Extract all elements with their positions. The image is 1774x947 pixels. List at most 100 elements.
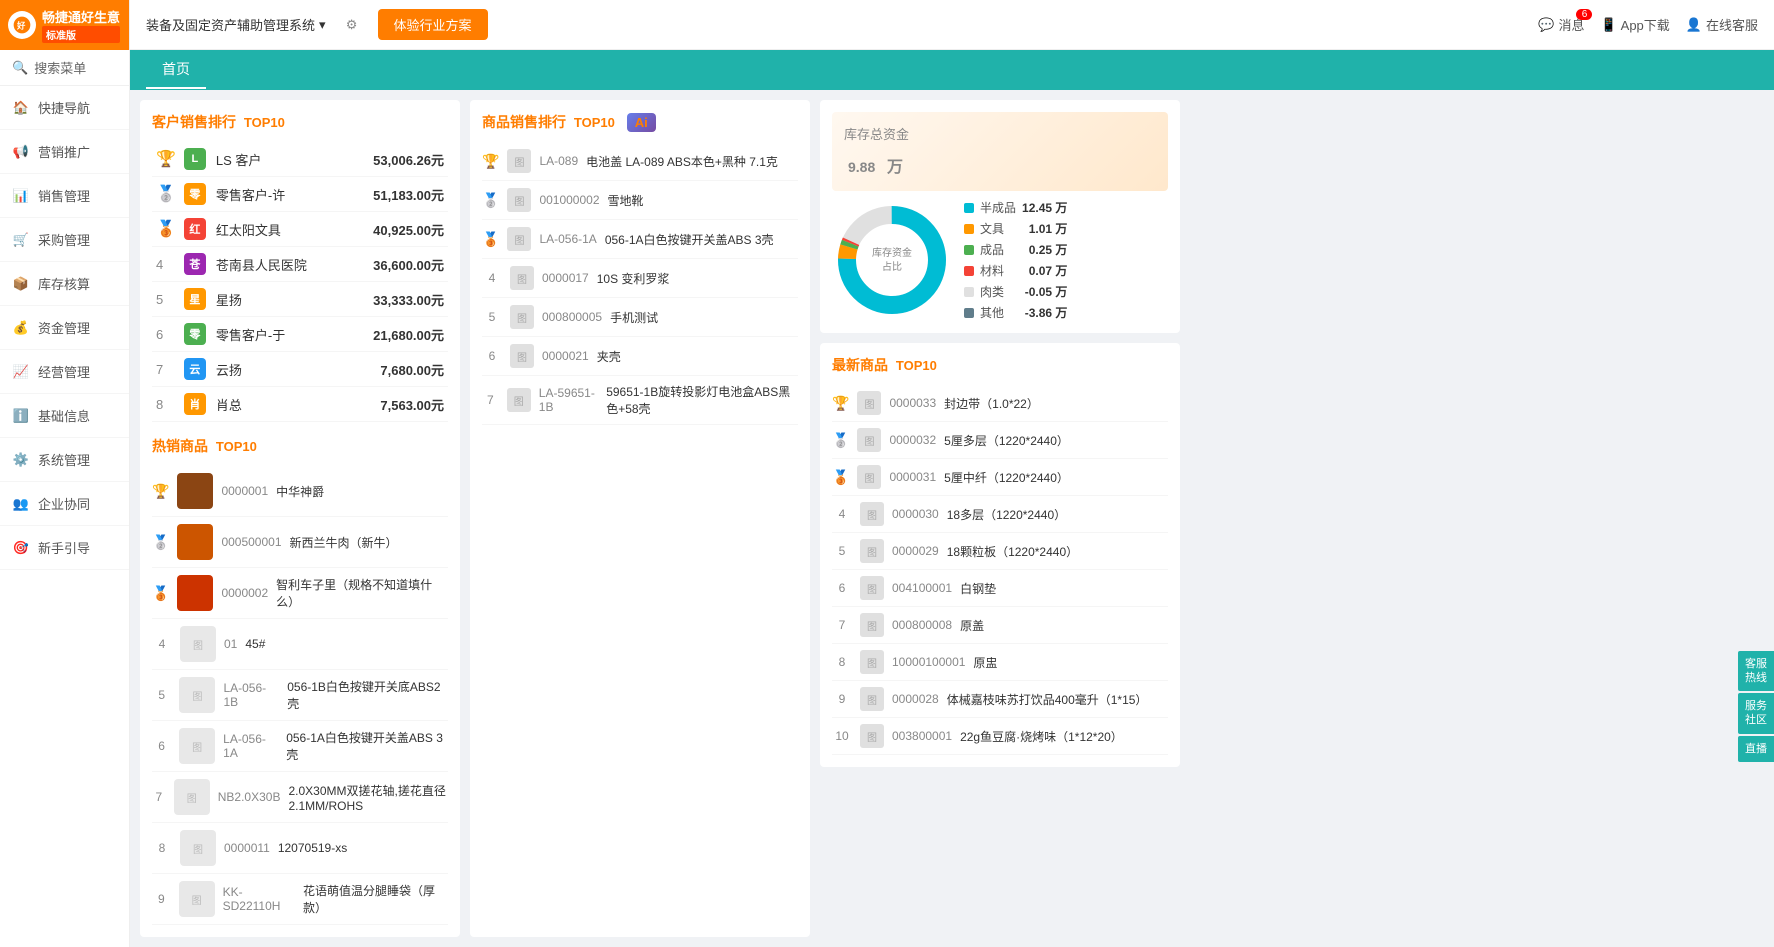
product-sales-item: 7 图 LA-59651-1B 59651-1B旋转投影灯电池盒ABS黑色+58… [482, 376, 798, 425]
dropdown-icon: ▾ [319, 17, 326, 33]
search-icon: 🔍 [12, 60, 28, 76]
mobile-icon: 📱 [1600, 17, 1616, 33]
product-sales-item: 4 图 0000017 10S 变利罗浆 [482, 259, 798, 298]
finance-icon: 💰 [12, 319, 30, 337]
product-sales-list: 🏆 图 LA-089 电池盖 LA-089 ABS本色+黑种 7.1克 🥈 图 … [482, 142, 798, 425]
legend-value: 0.25 万 [1029, 241, 1068, 258]
ai-badge: Ai [627, 114, 656, 130]
customer-ranking-row: 8 肖 肖总 7,563.00元 [152, 387, 448, 422]
sales-icon: 📊 [12, 187, 30, 205]
customer-ranking-top10: TOP10 [244, 115, 285, 130]
search-menu[interactable]: 🔍 搜索菜单 [0, 50, 129, 86]
legend-label: 半成品 [980, 199, 1016, 216]
sidebar-item-label-9: 企业协同 [38, 494, 90, 513]
right-panel: 库存总资金 9.88 万 [820, 100, 1180, 937]
sidebar-item-label-6: 经营管理 [38, 362, 90, 381]
content-area: 客户销售排行 TOP10 🏆 L LS 客户 53,006.26元 🥈 零 零售… [130, 90, 1774, 947]
legend-dot [964, 266, 974, 276]
latest-product-item: 7 图 000800008 原盖 [832, 607, 1168, 644]
customer-service-btn[interactable]: 客服热线 [1738, 651, 1774, 692]
home-tab[interactable]: 首页 [146, 51, 206, 89]
legend-value: -0.05 万 [1025, 283, 1068, 300]
legend-dot [964, 224, 974, 234]
message-badge[interactable]: 💬 消息 6 [1538, 15, 1584, 34]
sidebar-item-inventory[interactable]: 📦 库存核算 [0, 262, 129, 306]
sidebar-item-label-5: 资金管理 [38, 318, 90, 337]
sidebar-item-label-2: 销售管理 [38, 186, 90, 205]
sidebar-logo: 好 畅捷通好生意 标准版 [0, 0, 129, 50]
legend-item: 肉类 -0.05 万 [964, 283, 1067, 300]
product-sales-item: 🥈 图 001000002 雪地靴 [482, 181, 798, 220]
customer-ranking-row: 🥉 红 红太阳文具 40,925.00元 [152, 212, 448, 247]
sidebar-item-home[interactable]: 🏠 快捷导航 [0, 86, 129, 130]
hot-product-item: 4 图 01 45# [152, 619, 448, 670]
legend-item: 其他 -3.86 万 [964, 304, 1067, 321]
system-title: 装备及固定资产辅助管理系统 [146, 15, 315, 34]
service-community-btn[interactable]: 服务社区 [1738, 693, 1774, 734]
legend-label: 文具 [980, 220, 1023, 237]
settings-icon[interactable]: ⚙ [338, 11, 366, 39]
inventory-card: 库存总资金 9.88 万 [820, 100, 1180, 333]
inventory-icon: 📦 [12, 275, 30, 293]
sidebar-item-finance[interactable]: 💰 资金管理 [0, 306, 129, 350]
system-icon: ⚙️ [12, 451, 30, 469]
legend-item: 成品 0.25 万 [964, 241, 1067, 258]
hot-products-list: 🏆 0000001 中华神爵 🥈 000500001 新西兰牛肉（新牛） 🥉 0… [152, 466, 448, 925]
app-tag: 标准版 [42, 26, 120, 43]
live-broadcast-btn[interactable]: 直播 [1738, 736, 1774, 762]
purchase-icon: 🛒 [12, 231, 30, 249]
legend-dot [964, 245, 974, 255]
legend-value: 1.01 万 [1029, 220, 1068, 237]
customer-ranking-row: 🏆 L LS 客户 53,006.26元 [152, 142, 448, 177]
sidebar-item-enterprise[interactable]: 👥 企业协同 [0, 482, 129, 526]
sidebar-item-sales[interactable]: 📊 销售管理 [0, 174, 129, 218]
product-sales-item: 🏆 图 LA-089 电池盖 LA-089 ABS本色+黑种 7.1克 [482, 142, 798, 181]
inventory-title: 库存总资金 [844, 124, 1156, 143]
sidebar-item-label-7: 基础信息 [38, 406, 90, 425]
sidebar-item-marketing[interactable]: 📢 营销推广 [0, 130, 129, 174]
system-selector[interactable]: 装备及固定资产辅助管理系统 ▾ [146, 15, 326, 34]
legend-label: 成品 [980, 241, 1023, 258]
message-icon: 💬 [1538, 17, 1554, 33]
legend-item: 文具 1.01 万 [964, 220, 1067, 237]
sidebar-item-label-1: 营销推广 [38, 142, 90, 161]
sidebar-item-guide[interactable]: 🎯 新手引导 [0, 526, 129, 570]
experience-btn[interactable]: 体验行业方案 [378, 9, 488, 40]
donut-legend: 半成品 12.45 万 文具 1.01 万 成品 0.25 万 材料 0.07 … [964, 199, 1067, 321]
megaphone-icon: 📢 [12, 143, 30, 161]
app-name: 畅捷通好生意 [42, 7, 120, 26]
hot-product-item: 🏆 0000001 中华神爵 [152, 466, 448, 517]
latest-product-item: 🥉 图 0000031 5厘中纤（1220*2440） [832, 459, 1168, 496]
app-download-btn[interactable]: 📱 App下载 [1600, 15, 1669, 34]
svg-text:库存资金: 库存资金 [872, 246, 912, 259]
legend-label: 材料 [980, 262, 1023, 279]
latest-product-item: 8 图 10000100001 原盅 [832, 644, 1168, 681]
latest-product-item: 🏆 图 0000033 封边带（1.0*22） [832, 385, 1168, 422]
product-sales-top10: TOP10 [574, 115, 615, 130]
online-service-btn[interactable]: 👤 在线客服 [1686, 15, 1758, 34]
sidebar-item-label-4: 库存核算 [38, 274, 90, 293]
customer-ranking-title: 客户销售排行 TOP10 [152, 112, 448, 132]
hot-product-item: 🥈 000500001 新西兰牛肉（新牛） [152, 517, 448, 568]
customer-ranking-row: 7 云 云扬 7,680.00元 [152, 352, 448, 387]
sidebar-item-label-10: 新手引导 [38, 538, 90, 557]
sidebar-item-basic-info[interactable]: ℹ️ 基础信息 [0, 394, 129, 438]
latest-products-top10: TOP10 [896, 358, 937, 373]
latest-product-item: 9 图 0000028 体械嘉枝味苏打饮品400毫升（1*15） [832, 681, 1168, 718]
app-download-label: App下载 [1621, 15, 1670, 34]
svg-text:好: 好 [16, 20, 26, 30]
customer-ranking-card: 客户销售排行 TOP10 🏆 L LS 客户 53,006.26元 🥈 零 零售… [140, 100, 460, 937]
legend-value: 0.07 万 [1029, 262, 1068, 279]
legend-item: 材料 0.07 万 [964, 262, 1067, 279]
hot-products-title: 热销商品 TOP10 [152, 436, 448, 456]
product-sales-card: 商品销售排行 TOP10 Ai 🏆 图 LA-089 电池盖 LA-089 AB… [470, 100, 810, 937]
sidebar-item-purchase[interactable]: 🛒 采购管理 [0, 218, 129, 262]
topbar-right: 💬 消息 6 📱 App下载 👤 在线客服 [1538, 15, 1758, 34]
customer-ranking-row: 6 零 零售客户-于 21,680.00元 [152, 317, 448, 352]
basic-info-icon: ℹ️ [12, 407, 30, 425]
legend-item: 半成品 12.45 万 [964, 199, 1067, 216]
legend-value: -3.86 万 [1025, 304, 1068, 321]
sidebar-item-system[interactable]: ⚙️ 系统管理 [0, 438, 129, 482]
sidebar-item-operations[interactable]: 📈 经营管理 [0, 350, 129, 394]
svg-text:占比: 占比 [882, 260, 902, 273]
